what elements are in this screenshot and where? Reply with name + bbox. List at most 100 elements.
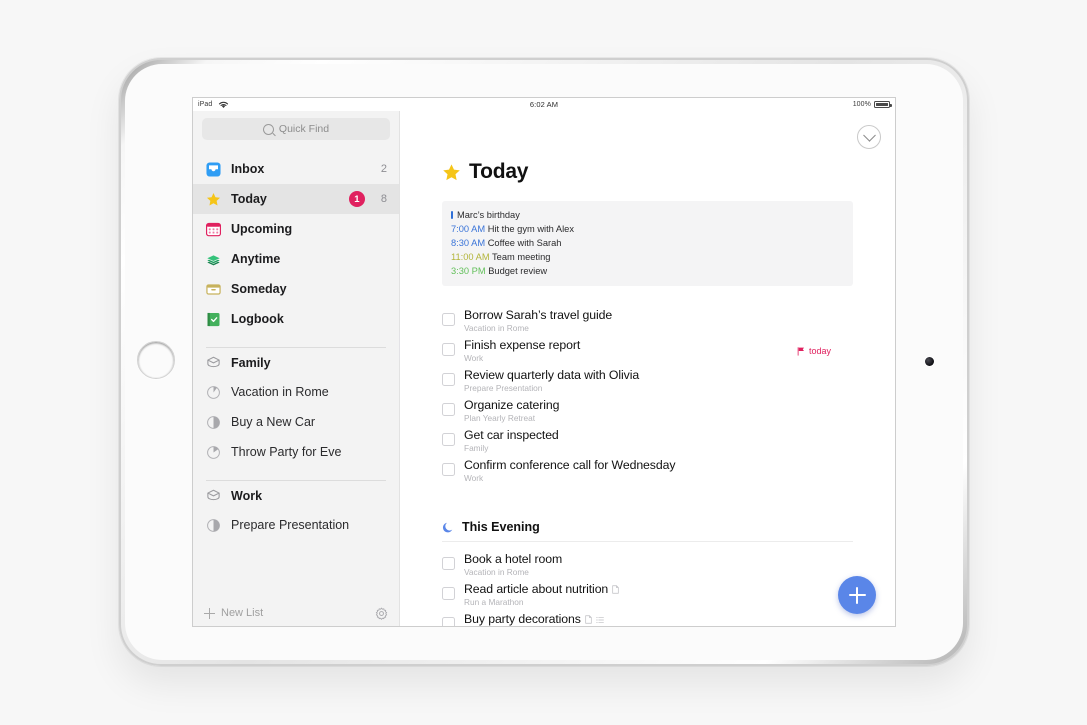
task-text: Confirm conference call for Wednesday Wo…: [464, 457, 853, 484]
new-list-label: New List: [221, 607, 264, 619]
sidebar-item-label: Inbox: [231, 162, 265, 176]
section-heading-label: This Evening: [462, 520, 540, 534]
battery-percent: 100%: [852, 101, 871, 108]
task-project: Plan Yearly Retreat: [464, 413, 536, 423]
checkbox[interactable]: [442, 373, 455, 386]
status-bar-right: 100%: [852, 101, 892, 108]
task-row[interactable]: Book a hotel room Vacation in Rome: [442, 551, 853, 581]
task-row[interactable]: Borrow Sarah’s travel guide Vacation in …: [442, 307, 853, 337]
checkbox[interactable]: [442, 343, 455, 356]
sidebar-item-someday[interactable]: Someday: [193, 274, 399, 304]
calendar-event-time: 7:00 AM: [451, 224, 486, 234]
task-text: Get car inspected Family: [464, 427, 853, 454]
status-bar: iPad 6:02 AM 100%: [193, 98, 895, 111]
sidebar-item-count: 8: [380, 193, 387, 205]
task-row[interactable]: Review quarterly data with Olivia Prepar…: [442, 367, 853, 397]
checkbox[interactable]: [442, 557, 455, 570]
box-icon: [206, 283, 221, 295]
checkbox[interactable]: [442, 433, 455, 446]
sidebar-item-anytime[interactable]: Anytime: [193, 244, 399, 274]
sidebar-group-family[interactable]: Family: [193, 348, 399, 377]
task-row[interactable]: Get car inspected Family: [442, 427, 853, 457]
sidebar-project-throw-party-for-eve[interactable]: Throw Party for Eve: [193, 437, 399, 467]
calendar-events[interactable]: Marc’s birthday 7:00 AM Hit the gym with…: [442, 201, 853, 286]
progress-circle-icon: [207, 518, 220, 532]
calendar-event-text: Coffee with Sarah: [487, 238, 562, 248]
screenshot-root: iPad 6:02 AM 100% Quick Find Inbox 2 Tod…: [0, 0, 1087, 725]
task-text: Borrow Sarah’s travel guide Vacation in …: [464, 307, 853, 334]
section-heading-this-evening: This Evening: [442, 520, 853, 534]
sidebar-nav: Inbox 2 Today 1 8 Upcoming Anytime Somed…: [193, 154, 399, 334]
task-row[interactable]: Buy party decorations Throw Party for Ev…: [442, 611, 853, 626]
sidebar-item-upcoming[interactable]: Upcoming: [193, 214, 399, 244]
main-panel: Today Marc’s birthday 7:00 AM Hit the gy…: [400, 111, 895, 626]
task-text: Read article about nutrition Run a Marat…: [464, 581, 853, 608]
task-title: Review quarterly data with Olivia: [464, 368, 640, 382]
sidebar-item-today[interactable]: Today 1 8: [193, 184, 399, 214]
new-list-button[interactable]: New List: [204, 607, 369, 619]
sidebar-project-label: Buy a New Car: [231, 415, 316, 429]
checkbox[interactable]: [442, 463, 455, 476]
task-row[interactable]: Confirm conference call for Wednesday Wo…: [442, 457, 853, 487]
task-row[interactable]: Read article about nutrition Run a Marat…: [442, 581, 853, 611]
sidebar-project-buy-a-new-car[interactable]: Buy a New Car: [193, 407, 399, 437]
checkbox[interactable]: [442, 313, 455, 326]
task-project: Work: [464, 473, 484, 483]
task-title: Confirm conference call for Wednesday: [464, 458, 676, 472]
task-row[interactable]: Organize catering Plan Yearly Retreat: [442, 397, 853, 427]
sidebar-item-label: Logbook: [231, 312, 284, 326]
calendar-event: Marc’s birthday: [451, 208, 844, 222]
progress-circle-icon: [207, 445, 220, 459]
progress-circle-icon: [207, 415, 220, 429]
page-title: Today: [442, 160, 895, 184]
sidebar-group-work[interactable]: Work: [193, 481, 399, 510]
calendar-event-text: Hit the gym with Alex: [487, 224, 575, 234]
add-task-button[interactable]: [838, 576, 876, 614]
sidebar-project-prepare-presentation[interactable]: Prepare Presentation: [193, 510, 399, 540]
book-icon: [207, 312, 220, 326]
task-project: Family: [464, 443, 489, 453]
task-title: Buy party decorations: [464, 612, 581, 626]
sidebar-group-label: Family: [231, 355, 271, 370]
collapse-button[interactable]: [857, 125, 881, 149]
checkbox[interactable]: [442, 587, 455, 600]
task-title: Read article about nutrition: [464, 582, 609, 596]
battery-icon: [874, 101, 892, 108]
search-input[interactable]: Quick Find: [202, 118, 390, 140]
plus-icon: [848, 586, 866, 604]
calendar-event-time: 3:30 PM: [451, 266, 486, 276]
star-icon: [443, 163, 460, 180]
task-text: Buy party decorations Throw Party for Ev…: [464, 611, 853, 626]
front-camera-icon: [925, 357, 934, 366]
gear-icon[interactable]: [375, 607, 388, 620]
task-project: Prepare Presentation: [464, 383, 543, 393]
sidebar-item-logbook[interactable]: Logbook: [193, 304, 399, 334]
calendar-event: 3:30 PM Budget review: [451, 264, 844, 278]
layers-icon: [207, 254, 220, 265]
task-text: Review quarterly data with Olivia Prepar…: [464, 367, 853, 394]
task-row[interactable]: Finish expense report Work today: [442, 337, 853, 367]
flag-icon: [797, 346, 804, 356]
task-title-line: Read article about nutrition: [464, 582, 853, 596]
calendar-event: 8:30 AM Coffee with Sarah: [451, 236, 844, 250]
task-title-line: Buy party decorations: [464, 612, 853, 626]
inbox-icon: [206, 161, 221, 177]
task-title: Get car inspected: [464, 428, 559, 442]
sidebar-footer: New List: [193, 600, 399, 626]
task-project: Vacation in Rome: [464, 323, 529, 333]
checkbox[interactable]: [442, 617, 455, 626]
home-button[interactable]: [137, 341, 175, 379]
sidebar-project-vacation-in-rome[interactable]: Vacation in Rome: [193, 377, 399, 407]
task-project: Work: [464, 353, 484, 363]
task-project: Run a Marathon: [464, 597, 524, 607]
sidebar-item-label: Today: [231, 192, 267, 206]
plus-icon: [204, 607, 215, 619]
sidebar-item-inbox[interactable]: Inbox 2: [193, 154, 399, 184]
checkbox[interactable]: [442, 403, 455, 416]
sidebar-item-label: Upcoming: [231, 222, 293, 236]
task-text: Book a hotel room Vacation in Rome: [464, 551, 853, 578]
task-text: Finish expense report Work: [464, 337, 853, 364]
section-divider: [442, 541, 853, 542]
task-title: Organize catering: [464, 398, 560, 412]
star-icon: [206, 192, 221, 205]
